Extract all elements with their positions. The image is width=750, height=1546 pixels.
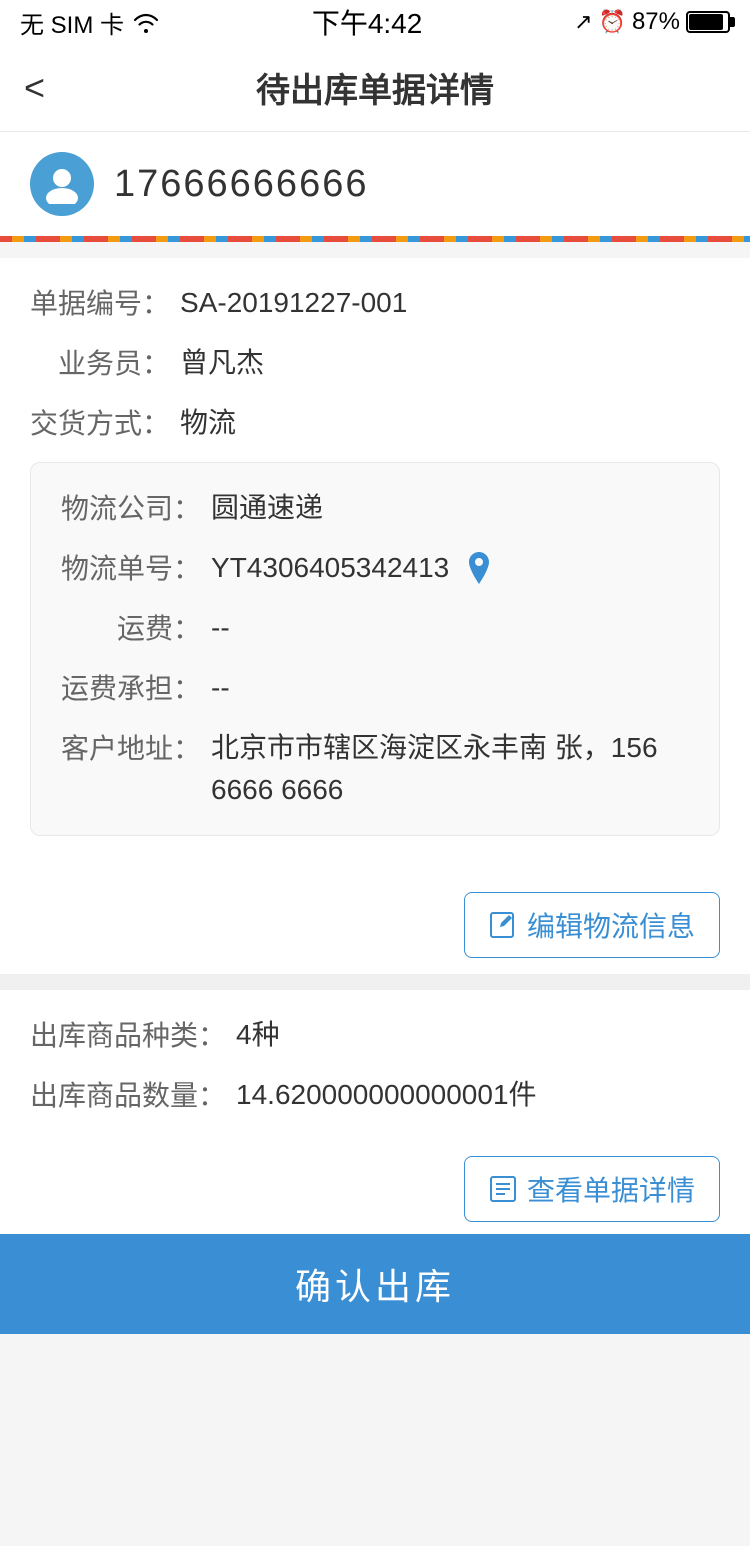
goods-section: 出库商品种类： 4种 出库商品数量： 14.620000000000001件: [0, 990, 750, 1140]
goods-types-value: 4种: [236, 1014, 720, 1056]
goods-types-label: 出库商品种类：: [30, 1014, 226, 1054]
salesman-value: 曾凡杰: [180, 342, 720, 384]
customer-card: 17666666666: [0, 132, 750, 236]
detail-btn-row: 查看单据详情: [0, 1140, 750, 1246]
address-value: 北京市市辖区海淀区永丰南 张，156 6666 6666: [211, 727, 689, 811]
order-no-label: 单据编号：: [30, 282, 170, 322]
goods-quantity-row: 出库商品数量： 14.620000000000001件: [30, 1074, 720, 1116]
freight-bearer-row: 运费承担： --: [61, 667, 689, 709]
goods-quantity-label: 出库商品数量：: [30, 1074, 226, 1114]
detail-icon: [489, 1175, 517, 1203]
status-bar-time: 下午4:42: [312, 2, 423, 42]
order-info-section: 单据编号： SA-20191227-001 业务员： 曾凡杰 交货方式： 物流 …: [0, 258, 750, 876]
view-detail-button[interactable]: 查看单据详情: [464, 1156, 720, 1222]
status-bar: 无 SIM 卡 下午4:42 ↗ ⏰ 87%: [0, 0, 750, 44]
battery-icon: [686, 11, 730, 33]
carrier-label: 无 SIM 卡: [20, 5, 124, 40]
logistics-tracking-row: 物流单号： YT4306405342413: [61, 547, 689, 589]
logistics-card: 物流公司： 圆通速递 物流单号： YT4306405342413 运费： -- …: [30, 462, 720, 836]
edit-logistics-label: 编辑物流信息: [527, 905, 695, 945]
freight-value: --: [211, 607, 689, 649]
alarm-icon: ⏰: [599, 9, 626, 35]
goods-quantity-value: 14.620000000000001件: [236, 1074, 720, 1116]
confirm-button[interactable]: 确认出库: [0, 1234, 750, 1334]
salesman-row: 业务员： 曾凡杰: [30, 342, 720, 384]
battery-percent: 87%: [632, 8, 680, 36]
order-no-row: 单据编号： SA-20191227-001: [30, 282, 720, 324]
freight-bearer-value: --: [211, 667, 689, 709]
location-status-icon: ↗: [574, 9, 592, 35]
freight-row: 运费： --: [61, 607, 689, 649]
battery-fill: [689, 14, 723, 30]
delivery-label: 交货方式：: [30, 402, 170, 442]
wifi-icon: [132, 11, 160, 33]
tracking-no-text: YT4306405342413: [211, 547, 449, 589]
edit-logistics-button[interactable]: 编辑物流信息: [464, 892, 720, 958]
nav-bar: < 待出库单据详情: [0, 44, 750, 132]
delivery-value: 物流: [180, 402, 720, 444]
customer-phone: 17666666666: [114, 163, 368, 206]
logistics-company-row: 物流公司： 圆通速递: [61, 487, 689, 529]
user-icon: [42, 164, 82, 204]
dashed-divider: [0, 236, 750, 242]
freight-bearer-label: 运费承担：: [61, 667, 201, 707]
edit-icon: [489, 911, 517, 939]
view-detail-label: 查看单据详情: [527, 1169, 695, 1209]
status-bar-right: ↗ ⏰ 87%: [574, 8, 730, 36]
section-divider-1: [0, 974, 750, 990]
avatar: [30, 152, 94, 216]
logistics-company-value: 圆通速递: [211, 487, 689, 529]
delivery-row: 交货方式： 物流: [30, 402, 720, 444]
confirm-button-label: 确认出库: [295, 1258, 455, 1310]
page-title: 待出库单据详情: [256, 63, 494, 112]
map-location-icon[interactable]: [461, 550, 497, 586]
logistics-tracking-label: 物流单号：: [61, 547, 201, 587]
freight-label: 运费：: [61, 607, 201, 647]
goods-types-row: 出库商品种类： 4种: [30, 1014, 720, 1056]
address-label: 客户地址：: [61, 727, 201, 767]
back-button[interactable]: <: [24, 67, 45, 109]
logistics-tracking-value: YT4306405342413: [211, 547, 689, 589]
edit-btn-row: 编辑物流信息: [0, 876, 750, 974]
logistics-company-label: 物流公司：: [61, 487, 201, 527]
salesman-label: 业务员：: [30, 342, 170, 382]
status-bar-left: 无 SIM 卡: [20, 5, 160, 40]
address-row: 客户地址： 北京市市辖区海淀区永丰南 张，156 6666 6666: [61, 727, 689, 811]
order-no-value: SA-20191227-001: [180, 282, 720, 324]
